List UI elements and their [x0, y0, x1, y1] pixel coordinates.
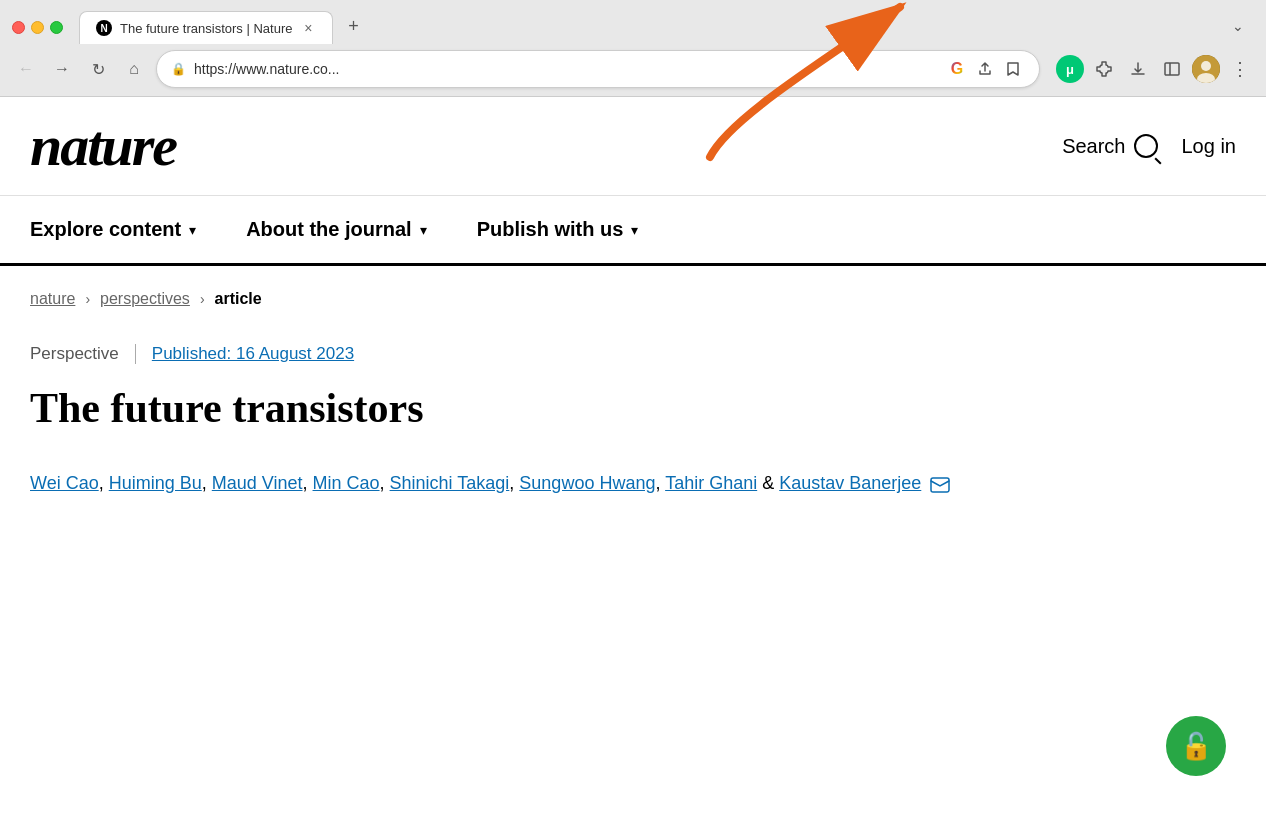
traffic-lights	[12, 21, 63, 34]
search-icon	[1134, 134, 1158, 158]
close-tab-button[interactable]: ×	[300, 20, 316, 36]
article-content: Perspective Published: 16 August 2023 Th…	[0, 324, 1266, 519]
author-maud-vinet[interactable]: Maud Vinet	[212, 473, 303, 493]
nav-about-journal[interactable]: About the journal ▾	[246, 196, 427, 263]
lock-icon: 🔒	[171, 62, 186, 76]
explore-content-label: Explore content	[30, 218, 181, 241]
bookmark-icon[interactable]	[1001, 57, 1025, 81]
meta-divider	[135, 344, 136, 364]
browser-extensions: μ	[1056, 55, 1254, 83]
author-min-cao[interactable]: Min Cao	[313, 473, 380, 493]
breadcrumb-sep-1: ›	[85, 291, 90, 307]
author-shinichi-takagi[interactable]: Shinichi Takagi	[390, 473, 510, 493]
download-icon[interactable]	[1124, 55, 1152, 83]
minimize-window-button[interactable]	[31, 21, 44, 34]
about-journal-label: About the journal	[246, 218, 412, 241]
article-title: The future transistors	[30, 384, 930, 432]
forward-button[interactable]: →	[48, 55, 76, 83]
fullscreen-window-button[interactable]	[50, 21, 63, 34]
tab-favicon: N	[96, 20, 112, 36]
browser-chrome: N The future transistors | Nature × + ⌄ …	[0, 0, 1266, 97]
published-date[interactable]: Published: 16 August 2023	[152, 344, 354, 364]
puzzle-extension-icon[interactable]	[1090, 55, 1118, 83]
svg-rect-0	[1165, 63, 1179, 75]
breadcrumb-nature-link[interactable]: nature	[30, 290, 75, 308]
breadcrumb-current: article	[215, 290, 262, 308]
active-tab[interactable]: N The future transistors | Nature ×	[79, 11, 333, 44]
about-journal-chevron: ▾	[420, 222, 427, 238]
login-button[interactable]: Log in	[1182, 135, 1237, 158]
more-options-icon[interactable]: ⋮	[1226, 55, 1254, 83]
author-kaustav-banerjee[interactable]: Kaustav Banerjee	[779, 473, 921, 493]
breadcrumb: nature › perspectives › article	[0, 266, 1266, 324]
svg-rect-6	[931, 478, 949, 492]
svg-point-3	[1201, 61, 1211, 71]
email-icon[interactable]	[930, 477, 950, 493]
article-meta: Perspective Published: 16 August 2023	[30, 344, 1236, 364]
tab-title: The future transistors | Nature	[120, 21, 292, 36]
close-window-button[interactable]	[12, 21, 25, 34]
header-actions: Search Log in	[1062, 134, 1236, 158]
browser-address-bar: ← → ↻ ⌂ 🔒 https://www.nature.co... G	[0, 44, 1266, 96]
nature-logo[interactable]: nature	[30, 117, 176, 175]
author-sungwoo-hwang[interactable]: Sungwoo Hwang	[519, 473, 655, 493]
breadcrumb-perspectives-link[interactable]: perspectives	[100, 290, 190, 308]
breadcrumb-sep-2: ›	[200, 291, 205, 307]
publish-with-us-chevron: ▾	[631, 222, 638, 238]
author-wei-cao[interactable]: Wei Cao	[30, 473, 99, 493]
site-navigation: Explore content ▾ About the journal ▾ Pu…	[0, 196, 1266, 263]
explore-content-chevron: ▾	[189, 222, 196, 238]
site-header: nature Search Log in Explore content ▾ A…	[0, 97, 1266, 266]
sidebar-icon[interactable]	[1158, 55, 1186, 83]
article-type: Perspective	[30, 344, 119, 364]
new-tab-button[interactable]: +	[337, 10, 369, 42]
nav-explore-content[interactable]: Explore content ▾	[30, 196, 196, 263]
authors-list: Wei Cao, Huiming Bu, Maud Vinet, Min Cao…	[30, 468, 1130, 499]
search-button[interactable]: Search	[1062, 134, 1157, 158]
search-label: Search	[1062, 135, 1125, 158]
profile-icon[interactable]	[1192, 55, 1220, 83]
reload-button[interactable]: ↻	[84, 55, 112, 83]
author-tahir-ghani[interactable]: Tahir Ghani	[665, 473, 757, 493]
tab-dropdown-button[interactable]: ⌄	[1222, 10, 1254, 42]
browser-title-bar: N The future transistors | Nature × + ⌄	[0, 0, 1266, 44]
home-button[interactable]: ⌂	[120, 55, 148, 83]
author-huiming-bu[interactable]: Huiming Bu	[109, 473, 202, 493]
murf-extension-icon[interactable]: μ	[1056, 55, 1084, 83]
tab-bar: N The future transistors | Nature × +	[79, 10, 369, 44]
back-button[interactable]: ←	[12, 55, 40, 83]
publish-with-us-label: Publish with us	[477, 218, 624, 241]
nav-publish-with-us[interactable]: Publish with us ▾	[477, 196, 639, 263]
site-header-top: nature Search Log in	[0, 97, 1266, 196]
